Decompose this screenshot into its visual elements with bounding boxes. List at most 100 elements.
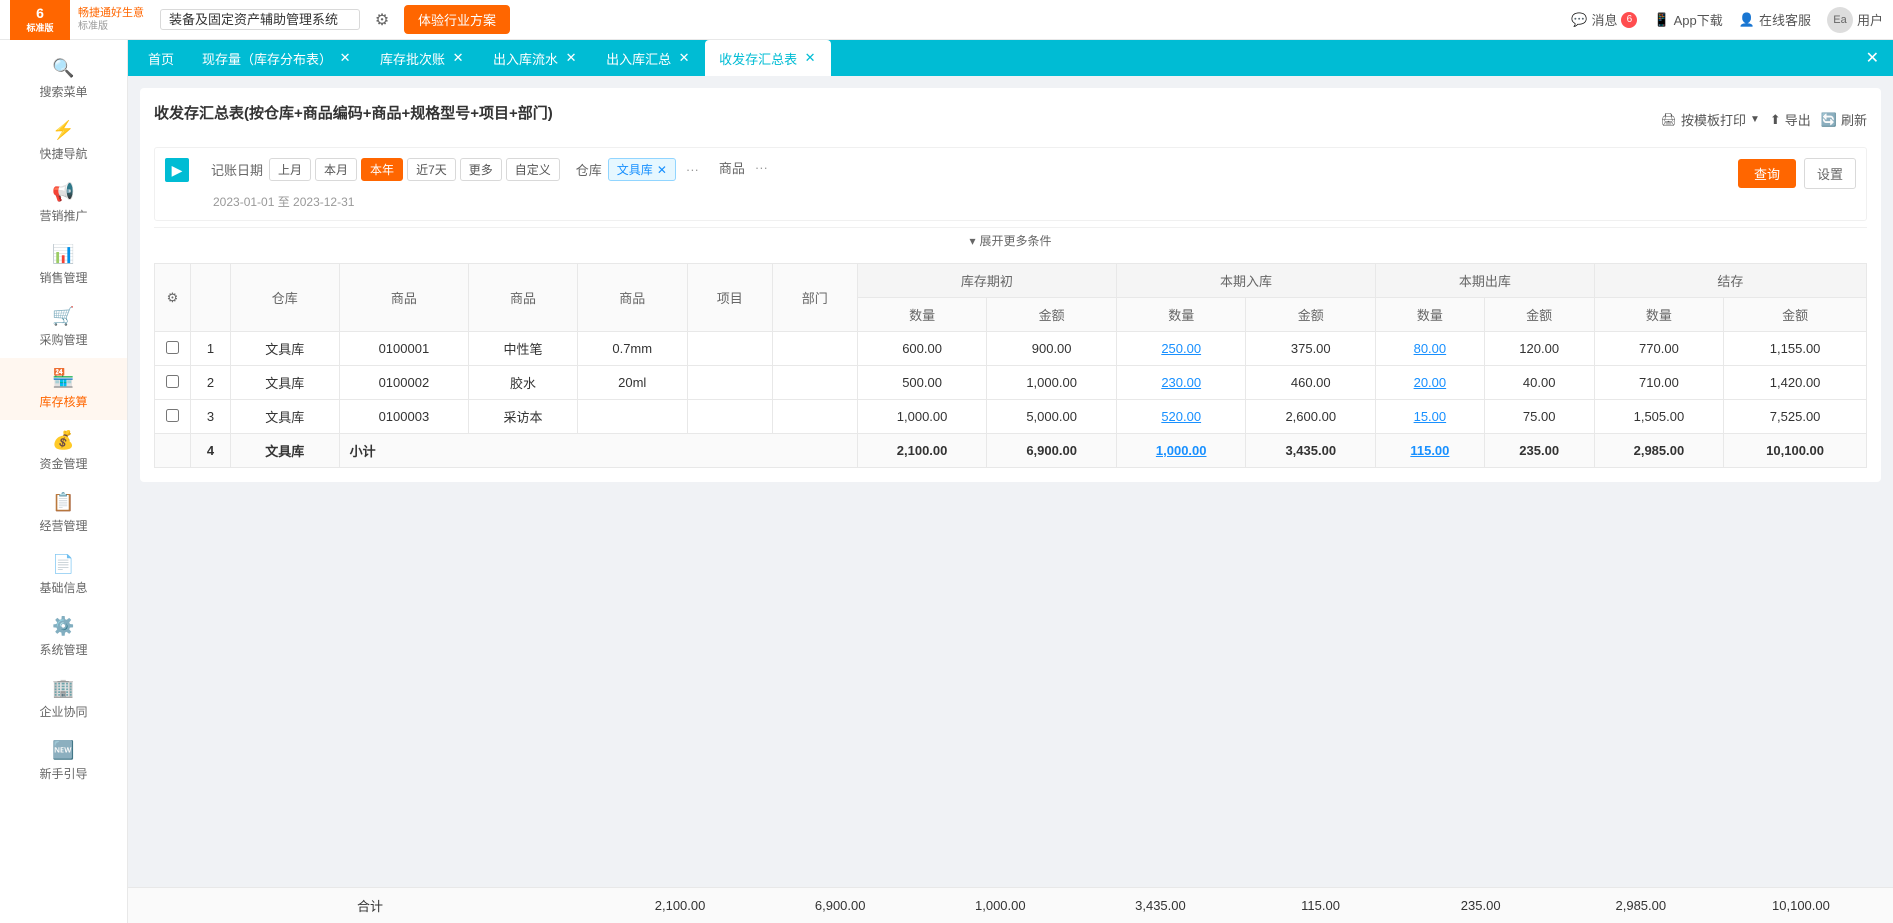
data-table: ⚙ 仓库 商品 商品 商品 项目 部门 库存期初 本期入库	[154, 263, 1867, 468]
sidebar-item-sales[interactable]: 📊 销售管理	[0, 234, 127, 296]
row3-out-qty[interactable]: 15.00	[1376, 400, 1485, 434]
print-action[interactable]: 🖨 按模板打印 ▼	[1660, 110, 1759, 129]
sidebar-label-quick: 快捷导航	[39, 145, 87, 162]
col-init-stock-header: 库存期初	[857, 264, 1116, 298]
message-action[interactable]: 💬 消息 6	[1571, 10, 1637, 29]
sidebar-item-enterprise[interactable]: 🏢 企业协同	[0, 668, 127, 730]
date-btn-this-month[interactable]: 本月	[315, 158, 357, 181]
tab-flow[interactable]: 出入库流水 ✕	[479, 40, 592, 76]
tab-inventory-dist[interactable]: 现存量（库存分布表） ✕	[188, 40, 366, 76]
subtotal-in-qty[interactable]: 1,000.00	[1116, 434, 1246, 468]
logo-subtitle: 标准版	[26, 21, 53, 34]
row2-out-qty[interactable]: 20.00	[1376, 366, 1485, 400]
gear-icon[interactable]: ⚙	[368, 6, 396, 34]
date-range-text: 2023-01-01 至 2023-12-31	[213, 195, 354, 209]
page-header-row: 收发存汇总表(按仓库+商品编码+商品+规格型号+项目+部门) 🖨 按模板打印 ▼…	[154, 102, 1867, 137]
page-title: 收发存汇总表(按仓库+商品编码+商品+规格型号+项目+部门)	[154, 102, 553, 123]
app-download-action[interactable]: 📱 App下载	[1653, 10, 1722, 29]
tab-recv-summary[interactable]: 收发存汇总表 ✕	[705, 40, 831, 76]
subtotal-out-qty[interactable]: 115.00	[1376, 434, 1485, 468]
export-action[interactable]: ⬆ 导出	[1770, 110, 1811, 129]
col-init-qty: 数量	[857, 298, 987, 332]
tab-close-batch[interactable]: ✕	[451, 51, 465, 65]
system-icon: ⚙️	[52, 616, 74, 637]
sidebar-item-system[interactable]: ⚙️ 系统管理	[0, 606, 127, 668]
row2-checkbox[interactable]	[155, 366, 191, 400]
tab-recv-summary-label: 收发存汇总表	[719, 49, 797, 68]
refresh-action[interactable]: 🔄 刷新	[1821, 110, 1867, 129]
row2-out-amt: 40.00	[1484, 366, 1594, 400]
row3-check[interactable]	[166, 409, 179, 422]
row3-bal-amt: 7,525.00	[1724, 400, 1867, 434]
warehouse-tag-close[interactable]: ✕	[657, 163, 667, 177]
tab-close-inventory-dist[interactable]: ✕	[338, 51, 352, 65]
row2-project	[687, 366, 772, 400]
sidebar-item-inventory[interactable]: 🏪 库存核算	[0, 358, 127, 420]
sidebar-item-capital[interactable]: 💰 资金管理	[0, 420, 127, 482]
date-btn-7days[interactable]: 近7天	[407, 158, 456, 181]
filter-toggle[interactable]: ▶	[165, 158, 189, 182]
warehouse-filter-group: 仓库 文具库 ✕ ···	[576, 158, 703, 181]
sidebar-label-system: 系统管理	[39, 641, 87, 658]
row2-init-amt: 1,000.00	[987, 366, 1117, 400]
online-service-action[interactable]: 👤 在线客服	[1739, 10, 1811, 29]
date-btn-last-month[interactable]: 上月	[269, 158, 311, 181]
expand-conditions-btn[interactable]: ▾ 展开更多条件	[154, 227, 1867, 253]
col-in-stock-header: 本期入库	[1116, 264, 1375, 298]
tab-close-summary[interactable]: ✕	[677, 51, 691, 65]
col-warehouse-header: 仓库	[231, 264, 340, 332]
capital-icon: 💰	[52, 430, 74, 451]
col-settings-header[interactable]: ⚙	[155, 264, 191, 332]
warehouse-more-btn[interactable]: ···	[682, 160, 703, 179]
sidebar-item-purchase[interactable]: 🛒 采购管理	[0, 296, 127, 358]
row1-out-qty[interactable]: 80.00	[1376, 332, 1485, 366]
message-badge: 6	[1621, 12, 1637, 28]
sidebar-item-basic[interactable]: 📄 基础信息	[0, 544, 127, 606]
row3-in-amt: 2,600.00	[1246, 400, 1376, 434]
col-bal-amt: 金额	[1724, 298, 1867, 332]
row1-in-qty[interactable]: 250.00	[1116, 332, 1246, 366]
tab-summary[interactable]: 出入库汇总 ✕	[592, 40, 705, 76]
goods-filter-group: 商品 ···	[719, 158, 772, 177]
tab-bar-close-all[interactable]: ✕	[1858, 48, 1887, 68]
date-btn-more[interactable]: 更多	[460, 158, 502, 181]
goods-more-btn[interactable]: ···	[751, 158, 772, 177]
experience-button[interactable]: 体验行业方案	[404, 5, 510, 34]
settings-button[interactable]: 设置	[1804, 158, 1856, 189]
sidebar-item-guide[interactable]: 🆕 新手引导	[0, 730, 127, 792]
tab-close-recv-summary[interactable]: ✕	[803, 51, 817, 65]
query-button[interactable]: 查询	[1738, 159, 1796, 188]
row1-bal-qty: 770.00	[1594, 332, 1724, 366]
row1-check[interactable]	[166, 341, 179, 354]
filter-inner: 记账日期 上月 本月 本年 近7天 更多 自定义	[211, 158, 1856, 210]
row2-check[interactable]	[166, 375, 179, 388]
row1-dept	[772, 332, 857, 366]
user-action[interactable]: Ea 用户	[1827, 7, 1883, 33]
row1-checkbox[interactable]	[155, 332, 191, 366]
tab-close-flow[interactable]: ✕	[564, 51, 578, 65]
sidebar-item-marketing[interactable]: 📢 营销推广	[0, 172, 127, 234]
sidebar-item-search[interactable]: 🔍 搜索菜单	[0, 48, 127, 110]
total-in-qty: 1,000.00	[920, 898, 1080, 913]
row3-project	[687, 400, 772, 434]
col-dept-header: 部门	[772, 264, 857, 332]
row3-in-qty[interactable]: 520.00	[1116, 400, 1246, 434]
date-btn-this-year[interactable]: 本年	[361, 158, 403, 181]
row2-name: 胶水	[469, 366, 578, 400]
row2-in-qty[interactable]: 230.00	[1116, 366, 1246, 400]
system-selector[interactable]: 装备及固定资产辅助管理系统	[160, 9, 360, 30]
service-label: 在线客服	[1759, 10, 1811, 29]
row3-checkbox[interactable]	[155, 400, 191, 434]
row3-spec	[577, 400, 687, 434]
sidebar-item-quick[interactable]: ⚡ 快捷导航	[0, 110, 127, 172]
subtotal-row: 4 文具库 小计 2,100.00 6,900.00 1,000.00 3,43…	[155, 434, 1867, 468]
tab-home[interactable]: 首页	[134, 40, 188, 76]
goods-filter-label: 商品	[719, 158, 745, 177]
table-settings-icon[interactable]: ⚙	[167, 290, 179, 305]
row2-in-amt: 460.00	[1246, 366, 1376, 400]
date-btn-custom[interactable]: 自定义	[506, 158, 560, 181]
filter-container: ▶ 记账日期 上月 本月 本年 近7天 更多	[154, 147, 1867, 221]
date-range-display: 2023-01-01 至 2023-12-31	[213, 193, 1856, 210]
sidebar-item-operation[interactable]: 📋 经营管理	[0, 482, 127, 544]
tab-batch[interactable]: 库存批次账 ✕	[366, 40, 479, 76]
